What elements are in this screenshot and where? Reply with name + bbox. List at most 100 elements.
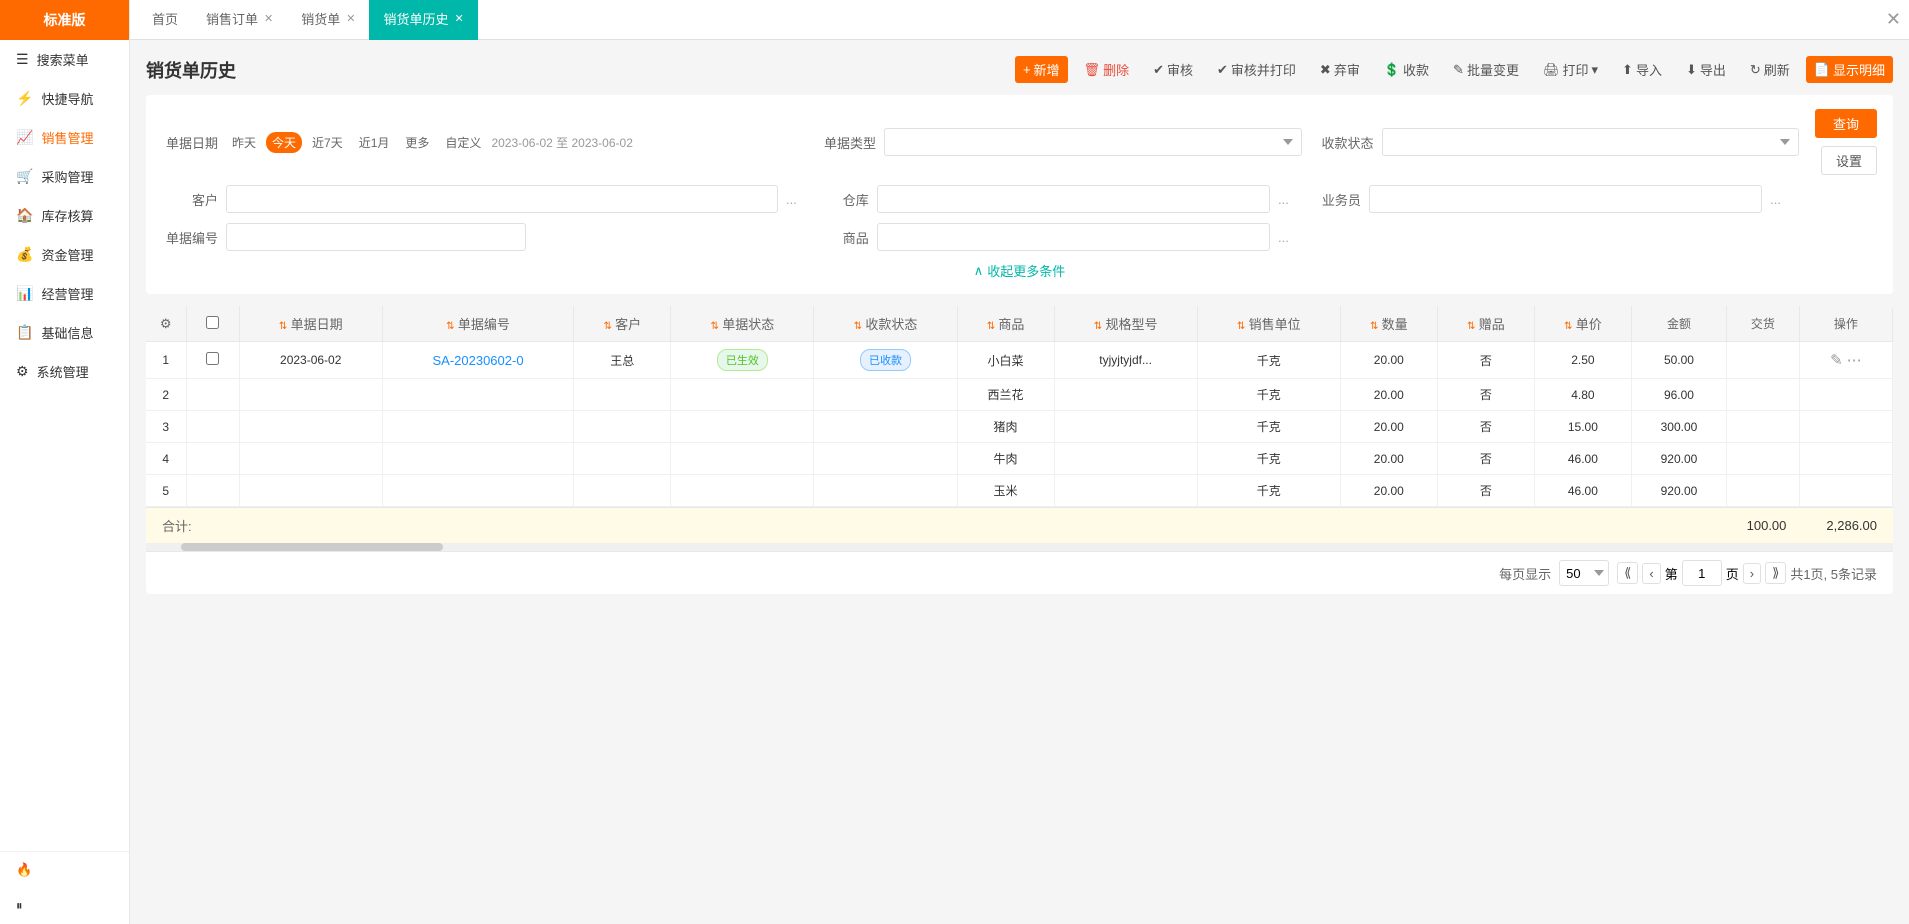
sidebar-item-system[interactable]: ⚙ 系统管理 bbox=[0, 352, 129, 391]
sidebar-item-inventory[interactable]: 🏠 库存核算 bbox=[0, 196, 129, 235]
tab-sales-order-close[interactable]: ✕ bbox=[264, 12, 273, 25]
tab-sales-delivery[interactable]: 销货单 ✕ bbox=[287, 0, 369, 40]
sidebar-item-label: 经营管理 bbox=[41, 284, 93, 303]
cell-checkbox[interactable] bbox=[186, 475, 239, 507]
export-button[interactable]: ⬇ 导出 bbox=[1678, 56, 1734, 83]
tab-sales-delivery-close[interactable]: ✕ bbox=[346, 12, 355, 25]
th-collect-status[interactable]: ⇅ 收款状态 bbox=[814, 306, 957, 342]
more-btn[interactable]: 更多 bbox=[399, 132, 435, 153]
th-spec[interactable]: ⇅ 规格型号 bbox=[1054, 306, 1197, 342]
refresh-button[interactable]: ↻ 刷新 bbox=[1742, 56, 1798, 83]
last-page-btn[interactable]: ⟫ bbox=[1765, 562, 1786, 584]
doc-no-input[interactable] bbox=[226, 223, 526, 251]
sort-price-icon: ⇅ bbox=[1564, 321, 1572, 332]
sidebar-bottom-fire[interactable]: 🔥 bbox=[0, 852, 129, 888]
cell-checkbox[interactable] bbox=[186, 379, 239, 411]
goods-input[interactable] bbox=[877, 223, 1270, 251]
print-button[interactable]: 🖨 打印 ▾ bbox=[1535, 56, 1606, 83]
sidebar-item-search-menu[interactable]: ☰ 搜索菜单 bbox=[0, 40, 129, 79]
table-card: ⚙ ⇅ 单据日期 ⇅ 单据编号 ⇅ 客户 ⇅ 单据状态 ⇅ 收款状态 ⇅ 商品 … bbox=[146, 306, 1893, 594]
set-button[interactable]: 设置 bbox=[1821, 146, 1877, 175]
sidebar-item-finance[interactable]: 💰 资金管理 bbox=[0, 235, 129, 274]
staff-input[interactable] bbox=[1369, 185, 1762, 213]
today-btn[interactable]: 今天 bbox=[266, 132, 302, 153]
warehouse-dots[interactable]: ... bbox=[1278, 192, 1289, 207]
next-page-btn[interactable]: › bbox=[1743, 563, 1761, 584]
month-btn[interactable]: 近1月 bbox=[353, 132, 396, 153]
th-doc-status[interactable]: ⇅ 单据状态 bbox=[671, 306, 814, 342]
cell-date: 2023-06-02 bbox=[239, 342, 382, 379]
add-button[interactable]: + 新增 bbox=[1015, 56, 1068, 83]
sidebar-item-purchase[interactable]: 🛒 采购管理 bbox=[0, 157, 129, 196]
import-button[interactable]: ⬆ 导入 bbox=[1614, 56, 1670, 83]
first-page-btn[interactable]: ⟪ bbox=[1617, 562, 1638, 584]
display-detail-button[interactable]: 📄 显示明细 bbox=[1806, 56, 1893, 83]
th-checkbox[interactable] bbox=[186, 306, 239, 342]
cell-date bbox=[239, 411, 382, 443]
more-action[interactable]: ⋯ bbox=[1847, 352, 1862, 369]
batch-change-button[interactable]: ✎ 批量变更 bbox=[1445, 56, 1527, 83]
sidebar-item-label: 销售管理 bbox=[41, 128, 93, 147]
delete-button[interactable]: 🗑 删除 bbox=[1076, 56, 1138, 83]
yesterday-btn[interactable]: 昨天 bbox=[226, 132, 262, 153]
cell-customer bbox=[574, 475, 671, 507]
abandon-button[interactable]: ✖ 弃审 bbox=[1312, 56, 1368, 83]
tab-sales-history[interactable]: 销货单历史 ✕ bbox=[369, 0, 477, 40]
th-doc-no[interactable]: ⇅ 单据编号 bbox=[382, 306, 574, 342]
th-date[interactable]: ⇅ 单据日期 bbox=[239, 306, 382, 342]
sidebar-item-sales[interactable]: 📈 销售管理 bbox=[0, 118, 129, 157]
th-goods[interactable]: ⇅ 商品 bbox=[957, 306, 1054, 342]
cell-checkbox[interactable] bbox=[186, 411, 239, 443]
tab-home[interactable]: 首页 bbox=[138, 0, 192, 40]
audit-button[interactable]: ✔ 审核 bbox=[1145, 56, 1201, 83]
cell-docno bbox=[382, 443, 574, 475]
print-icon: 🖨 bbox=[1543, 62, 1560, 78]
tab-sales-history-close[interactable]: ✕ bbox=[455, 12, 464, 25]
th-gift[interactable]: ⇅ 赠品 bbox=[1437, 306, 1534, 342]
collapse-button[interactable]: ∧ 收起更多条件 bbox=[162, 261, 1877, 280]
th-unit[interactable]: ⇅ 销售单位 bbox=[1197, 306, 1340, 342]
th-settings[interactable]: ⚙ bbox=[146, 306, 186, 342]
sidebar-item-basic[interactable]: 📋 基础信息 bbox=[0, 313, 129, 352]
sidebar-item-label: 快捷导航 bbox=[41, 89, 93, 108]
row-checkbox[interactable] bbox=[206, 352, 219, 365]
sort-qty-icon: ⇅ bbox=[1370, 321, 1378, 332]
warehouse-input[interactable] bbox=[877, 185, 1270, 213]
collect-status-select[interactable] bbox=[1382, 128, 1800, 156]
cell-goods: 小白菜 bbox=[957, 342, 1054, 379]
sidebar-bottom-pause[interactable]: ⏸ bbox=[0, 888, 129, 924]
cell-checkbox[interactable] bbox=[186, 342, 239, 379]
custom-btn[interactable]: 自定义 bbox=[439, 132, 487, 153]
pagination: 每页显示 50 20 100 ⟪ ‹ 第 页 › ⟫ 共1页, 5条记录 bbox=[146, 551, 1893, 594]
scrollbar-thumb[interactable] bbox=[181, 543, 443, 551]
doc-no-link[interactable]: SA-20230602-0 bbox=[432, 353, 523, 368]
staff-dots[interactable]: ... bbox=[1770, 192, 1781, 207]
edit-action[interactable]: ✎ bbox=[1830, 352, 1843, 369]
select-all-checkbox[interactable] bbox=[206, 316, 219, 329]
content-area: 销货单历史 + 新增 🗑 删除 ✔ 审核 ✔ 审核并打印 bbox=[130, 40, 1909, 924]
week-btn[interactable]: 近7天 bbox=[306, 132, 349, 153]
cell-price: 46.00 bbox=[1534, 475, 1631, 507]
cell-checkbox[interactable] bbox=[186, 443, 239, 475]
th-price[interactable]: ⇅ 单价 bbox=[1534, 306, 1631, 342]
prev-page-btn[interactable]: ‹ bbox=[1642, 563, 1660, 584]
close-all-tabs[interactable]: ✕ bbox=[1886, 9, 1901, 30]
collect-button[interactable]: 💲 收款 bbox=[1376, 56, 1437, 83]
th-qty[interactable]: ⇅ 数量 bbox=[1340, 306, 1437, 342]
warehouse-label: 仓库 bbox=[813, 190, 869, 209]
th-customer[interactable]: ⇅ 客户 bbox=[574, 306, 671, 342]
operation-icon: 📊 bbox=[16, 285, 33, 302]
customer-dots[interactable]: ... bbox=[786, 192, 797, 207]
tab-sales-order[interactable]: 销售订单 ✕ bbox=[192, 0, 287, 40]
sort-goods-icon: ⇅ bbox=[987, 321, 995, 332]
audit-print-button[interactable]: ✔ 审核并打印 bbox=[1209, 56, 1304, 83]
query-button[interactable]: 查询 bbox=[1815, 109, 1877, 138]
scrollbar-track[interactable] bbox=[146, 543, 1893, 551]
sidebar-item-operation[interactable]: 📊 经营管理 bbox=[0, 274, 129, 313]
sidebar-item-quick-nav[interactable]: ⚡ 快捷导航 bbox=[0, 79, 129, 118]
goods-dots[interactable]: ... bbox=[1278, 230, 1289, 245]
page-input[interactable] bbox=[1682, 560, 1722, 586]
page-size-select[interactable]: 50 20 100 bbox=[1559, 560, 1609, 586]
doc-type-select[interactable] bbox=[884, 128, 1302, 156]
customer-input[interactable] bbox=[226, 185, 778, 213]
